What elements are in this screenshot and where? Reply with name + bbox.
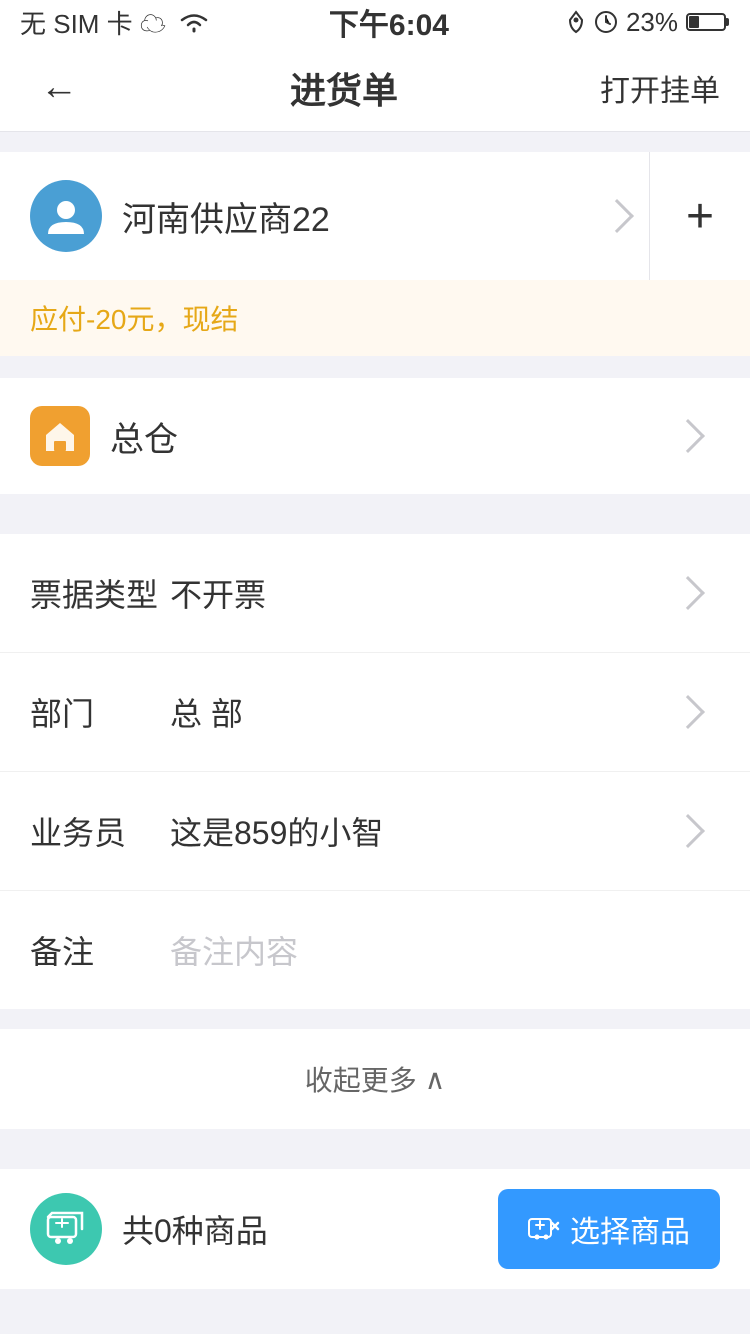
add-supplier-button[interactable]: +	[650, 152, 750, 280]
status-time: 下午6:04	[329, 0, 449, 44]
status-right: 23%	[566, 7, 730, 38]
supplier-avatar	[30, 180, 102, 252]
location-icon	[566, 10, 586, 34]
warehouse-chevron-icon	[671, 419, 705, 453]
supplier-name: 河南供应商22	[122, 192, 585, 241]
page-title: 进货单	[290, 62, 398, 114]
notice-bar: 应付-20元，现结	[0, 280, 750, 356]
status-left: 无 SIM 卡 ☁	[20, 4, 212, 41]
salesperson-value: 这是859的小智	[170, 808, 656, 854]
remark-input[interactable]: 备注内容	[170, 927, 720, 973]
warehouse-section[interactable]: 总仓	[0, 378, 750, 494]
cart-icon-wrap	[30, 1193, 102, 1265]
supplier-selector[interactable]: 河南供应商22	[0, 152, 650, 280]
department-row[interactable]: 部门 总 部	[0, 653, 750, 772]
invoice-type-row[interactable]: 票据类型 不开票	[0, 534, 750, 653]
nav-bar: ← 进货单 打开挂单	[0, 44, 750, 132]
collapse-text: 收起更多	[305, 1059, 417, 1099]
sim-label: 无 SIM 卡 ☁	[20, 4, 166, 41]
salesperson-row[interactable]: 业务员 这是859的小智	[0, 772, 750, 891]
section-gap-3	[0, 494, 750, 514]
status-bar: 无 SIM 卡 ☁ 下午6:04 23%	[0, 0, 750, 44]
salesperson-label: 业务员	[30, 808, 170, 854]
remark-row[interactable]: 备注 备注内容	[0, 891, 750, 1009]
form-section: 票据类型 不开票 部门 总 部 业务员 这是859的小智 备注 备注内容	[0, 534, 750, 1009]
dept-chevron-icon	[671, 695, 705, 729]
select-product-icon	[528, 1215, 560, 1243]
collapse-section[interactable]: 收起更多 ∧	[0, 1029, 750, 1129]
invoice-label: 票据类型	[30, 570, 170, 616]
clock-icon	[594, 10, 618, 34]
warehouse-name: 总仓	[110, 412, 656, 461]
supplier-section: 河南供应商22 +	[0, 152, 750, 280]
section-gap-2	[0, 356, 750, 376]
wifi-icon	[176, 9, 212, 35]
remark-label: 备注	[30, 927, 170, 973]
salesperson-chevron-icon	[671, 814, 705, 848]
cart-icon	[46, 1211, 86, 1247]
battery-text: 23%	[626, 7, 678, 38]
collapse-arrow-icon: ∧	[425, 1063, 446, 1096]
dept-label: 部门	[30, 689, 170, 735]
home-icon	[41, 417, 79, 455]
select-product-button[interactable]: 选择商品	[498, 1189, 720, 1269]
select-product-label: 选择商品	[570, 1207, 690, 1251]
open-pending-button[interactable]: 打开挂单	[600, 66, 720, 110]
product-count: 共0种商品	[122, 1206, 498, 1252]
warehouse-icon	[30, 406, 90, 466]
back-button[interactable]: ←	[30, 56, 88, 119]
battery-icon	[686, 11, 730, 33]
dept-value: 总 部	[170, 689, 656, 735]
invoice-chevron-icon	[671, 576, 705, 610]
notice-text: 应付-20元，现结	[30, 304, 238, 335]
section-gap-4	[0, 1129, 750, 1149]
invoice-value: 不开票	[170, 570, 656, 616]
section-gap-1	[0, 132, 750, 152]
chevron-right-icon	[600, 199, 634, 233]
bottom-bar: 共0种商品 选择商品	[0, 1169, 750, 1289]
person-icon	[44, 194, 88, 238]
